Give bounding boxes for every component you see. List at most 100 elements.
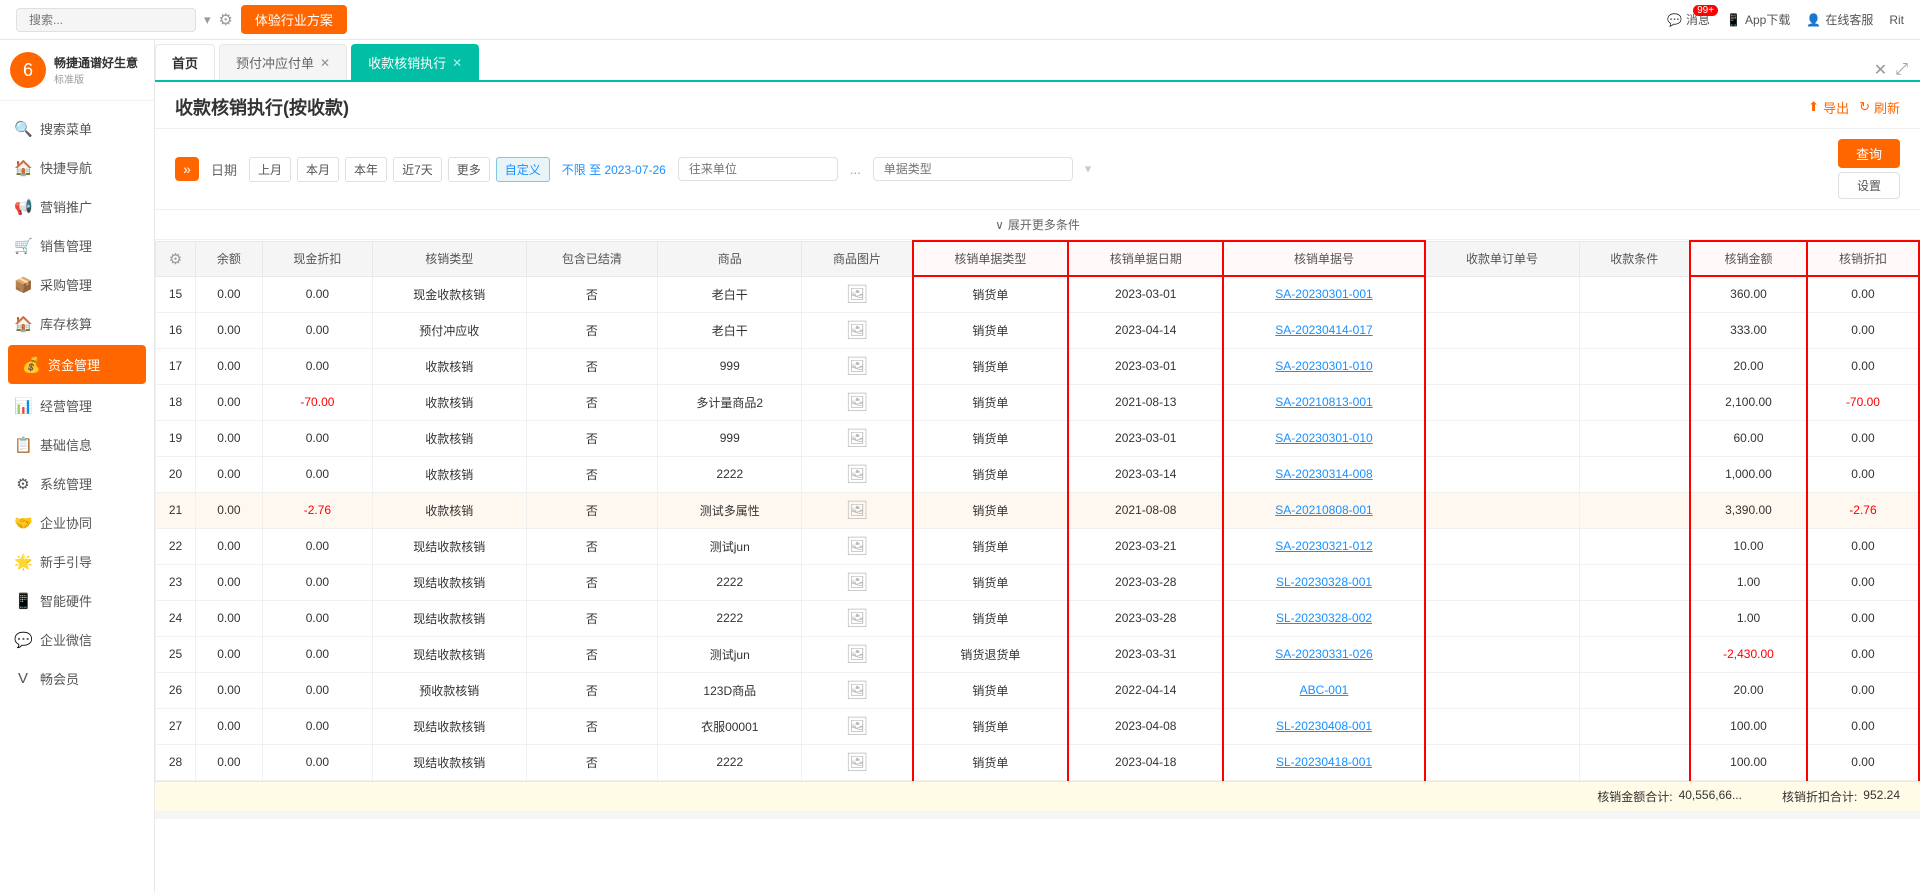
page-header: 收款核销执行(按收款) ⬆ 导出 ↻ 刷新 [155, 82, 1920, 129]
tab-prepay[interactable]: 预付冲应付单 ✕ [219, 44, 347, 80]
this-year-btn[interactable]: 本年 [345, 157, 387, 182]
tab-close-window-icon[interactable]: ✕ [1874, 60, 1887, 80]
table-row: 28 0.00 0.00 现结收款核销 否 2222 🖼 销货单 2023-04… [156, 744, 1920, 780]
vendor-input[interactable] [678, 157, 838, 181]
cell-num: 27 [156, 708, 196, 744]
doc-type-input[interactable] [873, 157, 1073, 181]
smart-hw-icon: 📱 [14, 592, 32, 610]
cell-doc-no[interactable]: SL-20230328-002 [1223, 600, 1424, 636]
cell-doc-no[interactable]: SA-20230301-010 [1223, 420, 1424, 456]
th-verify-type: 核销类型 [373, 241, 527, 276]
sidebar-item-sales[interactable]: 🛒 销售管理 [0, 226, 154, 265]
cell-verify-type: 现结收款核销 [373, 744, 527, 780]
scroll-bar[interactable] [155, 811, 1920, 819]
last-month-btn[interactable]: 上月 [249, 157, 291, 182]
th-settings[interactable]: ⚙ [156, 241, 196, 276]
th-discount: 核销折扣 [1807, 241, 1919, 276]
cell-doc-type: 销货单 [913, 492, 1068, 528]
cell-verify-type: 收款核销 [373, 492, 527, 528]
online-service-button[interactable]: 👤 在线客服 [1806, 11, 1873, 28]
query-button[interactable]: 查询 [1838, 139, 1900, 168]
cell-discount: 0.00 [1807, 636, 1919, 672]
last-7-days-btn[interactable]: 近7天 [393, 157, 442, 182]
cell-doc-no[interactable]: SA-20230301-010 [1223, 348, 1424, 384]
cell-doc-no[interactable]: SA-20210808-001 [1223, 492, 1424, 528]
doc-type-arrow[interactable]: ▾ [1085, 161, 1092, 177]
cell-doc-no[interactable]: SL-20230328-001 [1223, 564, 1424, 600]
cell-doc-date: 2023-03-01 [1068, 420, 1223, 456]
cell-doc-no[interactable]: SA-20210813-001 [1223, 384, 1424, 420]
top-bar: ▾ ⚙ 体验行业方案 💬 消息 99+ 📱 App下载 👤 在线客服 Rit [0, 0, 1920, 40]
app-download-button[interactable]: 📱 App下载 [1726, 11, 1790, 28]
expand-button[interactable]: » [175, 157, 199, 181]
cell-doc-no[interactable]: SA-20230331-026 [1223, 636, 1424, 672]
date-range-display: 不限 至 2023-07-26 [562, 161, 666, 178]
discount-total-value: 952.24 [1863, 788, 1900, 805]
sidebar-item-wechat[interactable]: 💬 企业微信 [0, 620, 154, 659]
sidebar-item-inventory[interactable]: 🏠 库存核算 [0, 304, 154, 343]
cell-discount: 0.00 [1807, 312, 1919, 348]
cell-discount: 0.00 [1807, 276, 1919, 312]
cell-cash-discount: 0.00 [262, 528, 372, 564]
sidebar-item-basic-info[interactable]: 📋 基础信息 [0, 425, 154, 464]
cell-balance: 0.00 [196, 600, 263, 636]
export-button[interactable]: ⬆ 导出 [1808, 98, 1849, 117]
setting-button[interactable]: 设置 [1838, 172, 1900, 199]
cell-num: 25 [156, 636, 196, 672]
sidebar-item-beginner[interactable]: 🌟 新手引导 [0, 542, 154, 581]
sidebar-item-system[interactable]: ⚙ 系统管理 [0, 464, 154, 503]
expand-more-button[interactable]: ∨ 展开更多条件 [995, 216, 1080, 233]
dropdown-icon[interactable]: ▾ [204, 12, 211, 28]
sidebar-item-smart-hw[interactable]: 📱 智能硬件 [0, 581, 154, 620]
this-month-btn[interactable]: 本月 [297, 157, 339, 182]
table-row: 26 0.00 0.00 预收款核销 否 123D商品 🖼 销货单 2022-0… [156, 672, 1920, 708]
tab-verify[interactable]: 收款核销执行 ✕ [351, 44, 479, 80]
cell-balance: 0.00 [196, 348, 263, 384]
search-icon: 🔍 [14, 120, 32, 138]
cell-verify-type: 现结收款核销 [373, 528, 527, 564]
user-name[interactable]: Rit [1889, 13, 1904, 27]
sidebar-item-marketing[interactable]: 📢 营销推广 [0, 187, 154, 226]
cell-goods: 2222 [658, 456, 802, 492]
cell-cash-discount: 0.00 [262, 456, 372, 492]
sidebar-item-finance[interactable]: 💰 资金管理 [8, 345, 146, 384]
sidebar-item-operations[interactable]: 📊 经营管理 [0, 386, 154, 425]
cell-doc-no[interactable]: ABC-001 [1223, 672, 1424, 708]
message-badge: 99+ [1693, 5, 1718, 16]
cell-doc-no[interactable]: SA-20230301-001 [1223, 276, 1424, 312]
sidebar-item-enterprise[interactable]: 🤝 企业协同 [0, 503, 154, 542]
sidebar-label-operations: 经营管理 [40, 396, 92, 415]
sidebar-label-system: 系统管理 [40, 474, 92, 493]
cell-doc-date: 2023-04-18 [1068, 744, 1223, 780]
cell-doc-no[interactable]: SL-20230418-001 [1223, 744, 1424, 780]
th-included: 包含已结清 [526, 241, 658, 276]
sidebar-item-search[interactable]: 🔍 搜索菜单 [0, 109, 154, 148]
cell-discount: 0.00 [1807, 744, 1919, 780]
message-button[interactable]: 💬 消息 99+ [1667, 11, 1710, 28]
cell-discount: -70.00 [1807, 384, 1919, 420]
industry-button[interactable]: 体验行业方案 [241, 5, 347, 34]
refresh-button[interactable]: ↻ 刷新 [1859, 98, 1900, 117]
custom-date-btn[interactable]: 自定义 [496, 157, 550, 182]
sidebar-item-member[interactable]: V 畅会员 [0, 659, 154, 698]
cell-doc-no[interactable]: SL-20230408-001 [1223, 708, 1424, 744]
cell-doc-no[interactable]: SA-20230414-017 [1223, 312, 1424, 348]
tab-home[interactable]: 首页 [155, 44, 215, 80]
search-input[interactable] [16, 8, 196, 32]
inventory-icon: 🏠 [14, 315, 32, 333]
cell-included: 否 [526, 348, 658, 384]
tab-maximize-icon[interactable]: ⤢ [1895, 61, 1908, 79]
cell-doc-no[interactable]: SA-20230314-008 [1223, 456, 1424, 492]
sidebar-logo: 6 畅捷通谱好生意 标准版 [0, 40, 154, 101]
sidebar-item-quick-nav[interactable]: 🏠 快捷导航 [0, 148, 154, 187]
cell-doc-type: 销货退货单 [913, 636, 1068, 672]
cell-doc-no[interactable]: SA-20230321-012 [1223, 528, 1424, 564]
tab-prepay-close-icon[interactable]: ✕ [320, 56, 330, 70]
date-filter-label: 日期 [211, 160, 237, 179]
more-date-btn[interactable]: 更多 [448, 157, 490, 182]
tab-verify-close-icon[interactable]: ✕ [452, 56, 462, 70]
vendor-dots[interactable]: ... [850, 162, 861, 177]
gear-icon[interactable]: ⚙ [219, 10, 233, 30]
refresh-label: 刷新 [1874, 98, 1900, 117]
sidebar-item-purchase[interactable]: 📦 采购管理 [0, 265, 154, 304]
